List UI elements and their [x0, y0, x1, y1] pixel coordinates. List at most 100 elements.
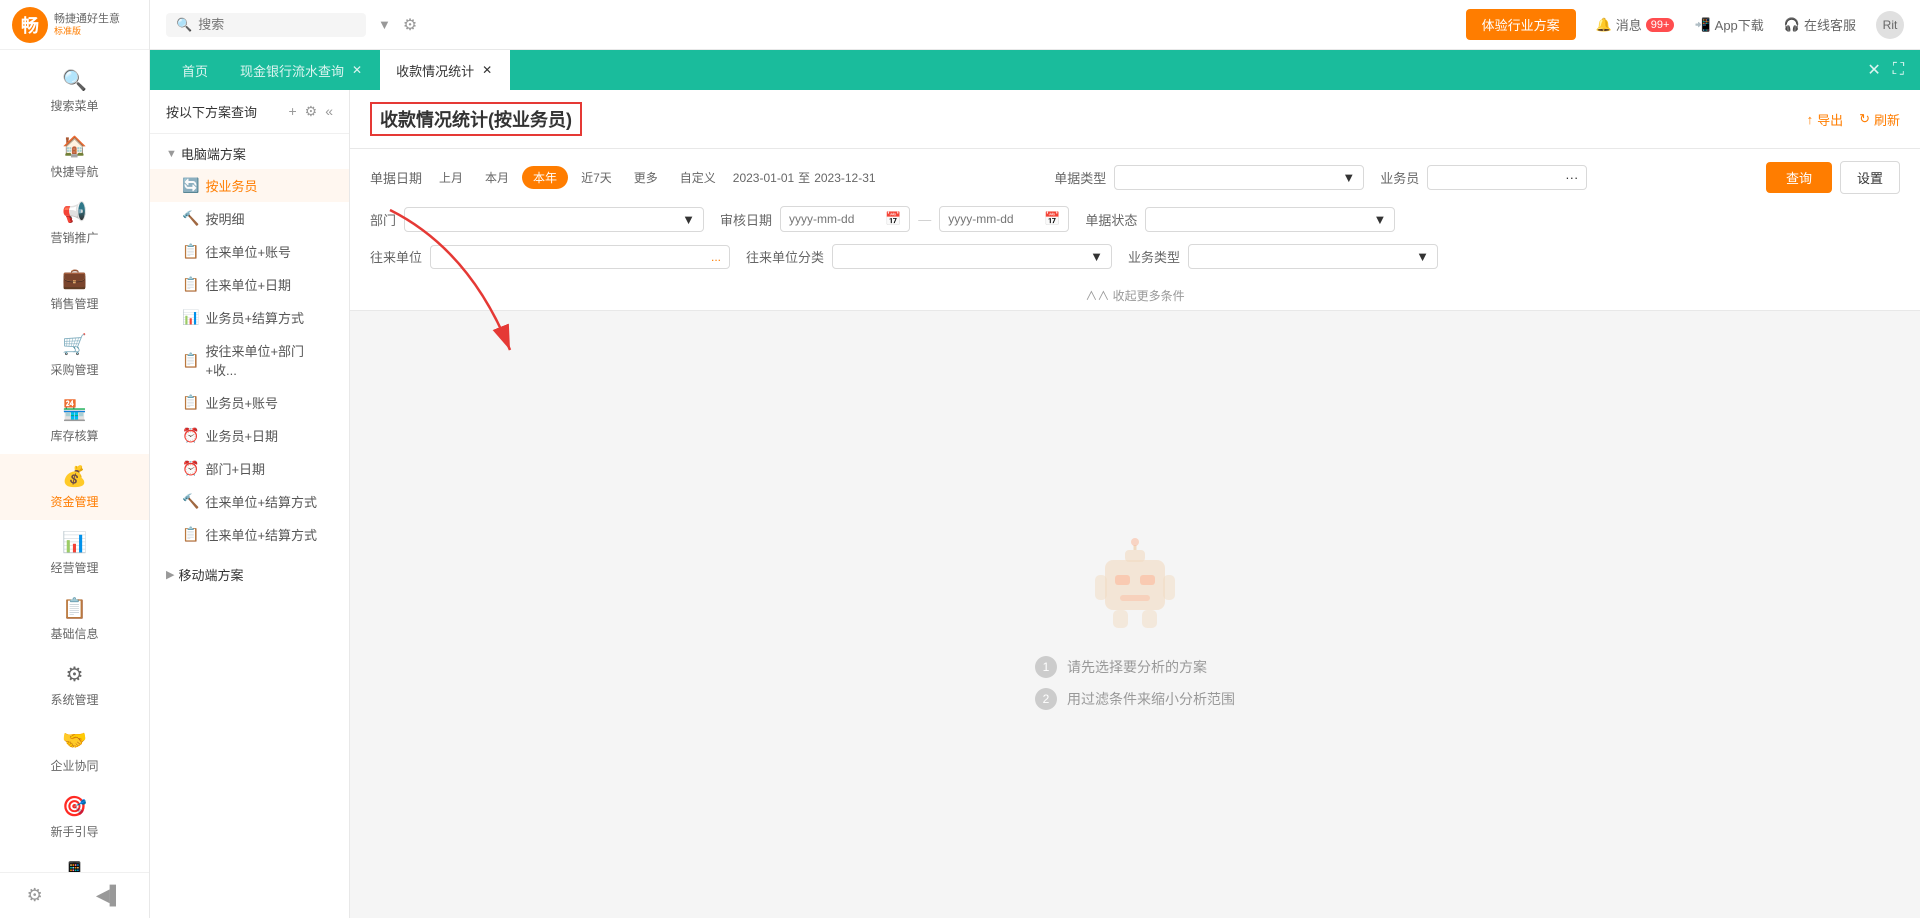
sidebar-item-operation[interactable]: 📊 经营管理	[0, 520, 149, 586]
user-avatar[interactable]: Rit	[1876, 11, 1904, 39]
counterpart-select[interactable]: ...	[430, 245, 730, 269]
calendar-to-icon[interactable]: 📅	[1044, 211, 1060, 227]
collapse-bar[interactable]: ∧∧ 收起更多条件	[370, 281, 1900, 310]
scheme-settings-icon[interactable]: ⚙	[305, 103, 318, 120]
online-service-btn[interactable]: 🎧 在线客服	[1784, 15, 1856, 34]
more-dots-icon: ···	[1565, 170, 1578, 185]
trial-button[interactable]: 体验行业方案	[1466, 9, 1576, 40]
sidebar-item-sales[interactable]: 💼 销售管理	[0, 256, 149, 322]
date-btn-this-year[interactable]: 本年	[522, 166, 568, 189]
calendar-from-icon[interactable]: 📅	[885, 211, 901, 227]
sidebar-item-system[interactable]: ⚙ 系统管理	[0, 652, 149, 718]
export-btn[interactable]: ↑ 导出	[1807, 110, 1844, 129]
sidebar-item-enterprise[interactable]: 🤝 企业协同	[0, 718, 149, 784]
dept-select[interactable]: ▼	[404, 207, 704, 232]
sidebar-item-search[interactable]: 🔍 搜索菜单	[0, 58, 149, 124]
megaphone-icon: 📢	[62, 200, 87, 225]
doc-status-select[interactable]: ▼	[1145, 207, 1395, 232]
empty-step-2: 2 用过滤条件来缩小分析范围	[1035, 688, 1235, 710]
refresh-btn[interactable]: ↻ 刷新	[1859, 110, 1900, 129]
scheme-icon-8: ⏰	[182, 460, 199, 477]
sidebar-item-finance[interactable]: 💰 资金管理	[0, 454, 149, 520]
date-btn-custom[interactable]: 自定义	[671, 166, 725, 189]
date-btn-7days[interactable]: 近7天	[572, 166, 621, 189]
side-panel-actions: + ⚙ «	[288, 103, 333, 120]
scheme-item-counterpart-dept[interactable]: 📋 按往来单位+部门+收...	[150, 334, 349, 386]
sidebar-nav: 🔍 搜索菜单 🏠 快捷导航 📢 营销推广 💼 销售管理 🛒 采购管理 🏪	[0, 50, 149, 872]
scheme-item-counterpart-settlement-1[interactable]: 🔨 往来单位+结算方式	[150, 485, 349, 518]
clipboard-icon: 📋	[62, 596, 87, 621]
tab-close-all-btn[interactable]: ✕	[1867, 60, 1880, 80]
salesperson-select[interactable]: ···	[1427, 165, 1587, 190]
scheme-item-salesperson-date[interactable]: ⏰ 业务员+日期	[150, 419, 349, 452]
date-filter-item: 单据日期 上月 本月 本年 近7天 更多 自定义	[370, 166, 876, 189]
tab-collection[interactable]: 收款情况统计 ✕	[380, 50, 510, 90]
date-btn-this-month[interactable]: 本月	[476, 166, 518, 189]
scheme-item-salesperson[interactable]: 🔄 按业务员	[150, 169, 349, 202]
money-icon: 💰	[62, 464, 87, 489]
handshake-icon: 🤝	[62, 728, 87, 753]
collapse-sidebar-btn[interactable]: ◀▌	[96, 885, 123, 906]
chevron-down-cat-icon: ▼	[1090, 249, 1103, 264]
sidebar-item-shortcut[interactable]: 🏠 快捷导航	[0, 124, 149, 190]
scheme-item-salesperson-settlement[interactable]: 📊 业务员+结算方式	[150, 301, 349, 334]
sidebar-item-basic[interactable]: 📋 基础信息	[0, 586, 149, 652]
empty-steps: 1 请先选择要分析的方案 2 用过滤条件来缩小分析范围	[1035, 656, 1235, 710]
sidebar-item-warehouse[interactable]: 🏪 库存核算	[0, 388, 149, 454]
refresh-icon: ↻	[1859, 111, 1870, 127]
filter-row-1: 单据日期 上月 本月 本年 近7天 更多 自定义	[370, 161, 1900, 194]
sidebar-item-marketing[interactable]: 📢 营销推广	[0, 190, 149, 256]
counterpart-cat-select[interactable]: ▼	[832, 244, 1112, 269]
audit-date-to[interactable]: 📅	[939, 206, 1069, 232]
collapse-up-icon: ∧∧	[1085, 289, 1109, 303]
scheme-icon-9: 🔨	[182, 493, 199, 510]
search-input[interactable]	[198, 17, 338, 32]
audit-date-from[interactable]: 📅	[780, 206, 910, 232]
topbar-search-box[interactable]: 🔍	[166, 13, 366, 37]
scheme-item-salesperson-account[interactable]: 📋 业务员+账号	[150, 386, 349, 419]
topbar-settings-icon[interactable]: ⚙	[403, 15, 417, 35]
scheme-item-dept-date[interactable]: ⏰ 部门+日期	[150, 452, 349, 485]
side-panel-header: 按以下方案查询 + ⚙ «	[150, 90, 349, 134]
audit-to-input[interactable]	[948, 212, 1038, 226]
scheme-icon-3: 📋	[182, 276, 199, 293]
audit-date-filter-item: 审核日期 📅 — 📅	[720, 206, 1069, 232]
main-area: 🔍 ▼ ⚙ 体验行业方案 🔔 消息 99+ 📲 App下载 🎧	[150, 0, 1920, 918]
filter-area: 单据日期 上月 本月 本年 近7天 更多 自定义	[350, 149, 1920, 311]
tab-bank[interactable]: 现金银行流水查询 ✕	[224, 50, 380, 90]
app-download-btn[interactable]: 📲 App下载	[1694, 15, 1763, 34]
biz-type-select[interactable]: ▼	[1188, 244, 1438, 269]
content-wrapper: 按以下方案查询 + ⚙ « ▼ 电脑端方案 🔄	[150, 90, 1920, 918]
date-btn-last-month[interactable]: 上月	[430, 166, 472, 189]
tab-collection-close[interactable]: ✕	[480, 61, 494, 79]
scheme-item-counterpart-date[interactable]: 📋 往来单位+日期	[150, 268, 349, 301]
sidebar-item-guide[interactable]: 🎯 新手引导	[0, 784, 149, 850]
notification-btn[interactable]: 🔔 消息 99+	[1596, 15, 1675, 34]
sidebar-item-hardware[interactable]: 📱 智能硬件	[0, 850, 149, 872]
date-range-display: 2023-01-01 至 2023-12-31	[733, 169, 876, 186]
desktop-section-header[interactable]: ▼ 电脑端方案	[150, 138, 349, 169]
mobile-section-header[interactable]: ▶ 移动端方案	[150, 559, 349, 590]
add-scheme-btn[interactable]: +	[288, 103, 296, 120]
chevron-down-biz-icon: ▼	[1416, 249, 1429, 264]
tab-home[interactable]: 首页	[166, 50, 224, 90]
audit-from-input[interactable]	[789, 212, 879, 226]
tab-bank-close[interactable]: ✕	[350, 61, 364, 79]
tab-fullscreen-btn[interactable]: ⛶	[1893, 61, 1904, 79]
query-button[interactable]: 查询	[1766, 162, 1832, 193]
scheme-item-detail[interactable]: 🔨 按明细	[150, 202, 349, 235]
sidebar-item-purchase[interactable]: 🛒 采购管理	[0, 322, 149, 388]
scheme-item-counterpart-account[interactable]: 📋 往来单位+账号	[150, 235, 349, 268]
settings-footer-btn[interactable]: ⚙	[27, 885, 43, 906]
date-btn-more[interactable]: 更多	[625, 166, 667, 189]
sidebar-footer: ⚙ ◀▌	[0, 872, 149, 918]
scheme-item-counterpart-settlement-2[interactable]: 📋 往来单位+结算方式	[150, 518, 349, 551]
counterpart-more-icon[interactable]: ...	[711, 250, 721, 264]
dropdown-arrow-icon[interactable]: ▼	[378, 17, 391, 32]
collapse-panel-btn[interactable]: «	[325, 103, 333, 120]
doc-type-select[interactable]: ▼	[1114, 165, 1364, 190]
side-panel: 按以下方案查询 + ⚙ « ▼ 电脑端方案 🔄	[150, 90, 350, 918]
page-header-actions: ↑ 导出 ↻ 刷新	[1807, 110, 1900, 129]
service-icon: 🎧	[1784, 17, 1800, 33]
settings-button[interactable]: 设置	[1840, 161, 1900, 194]
